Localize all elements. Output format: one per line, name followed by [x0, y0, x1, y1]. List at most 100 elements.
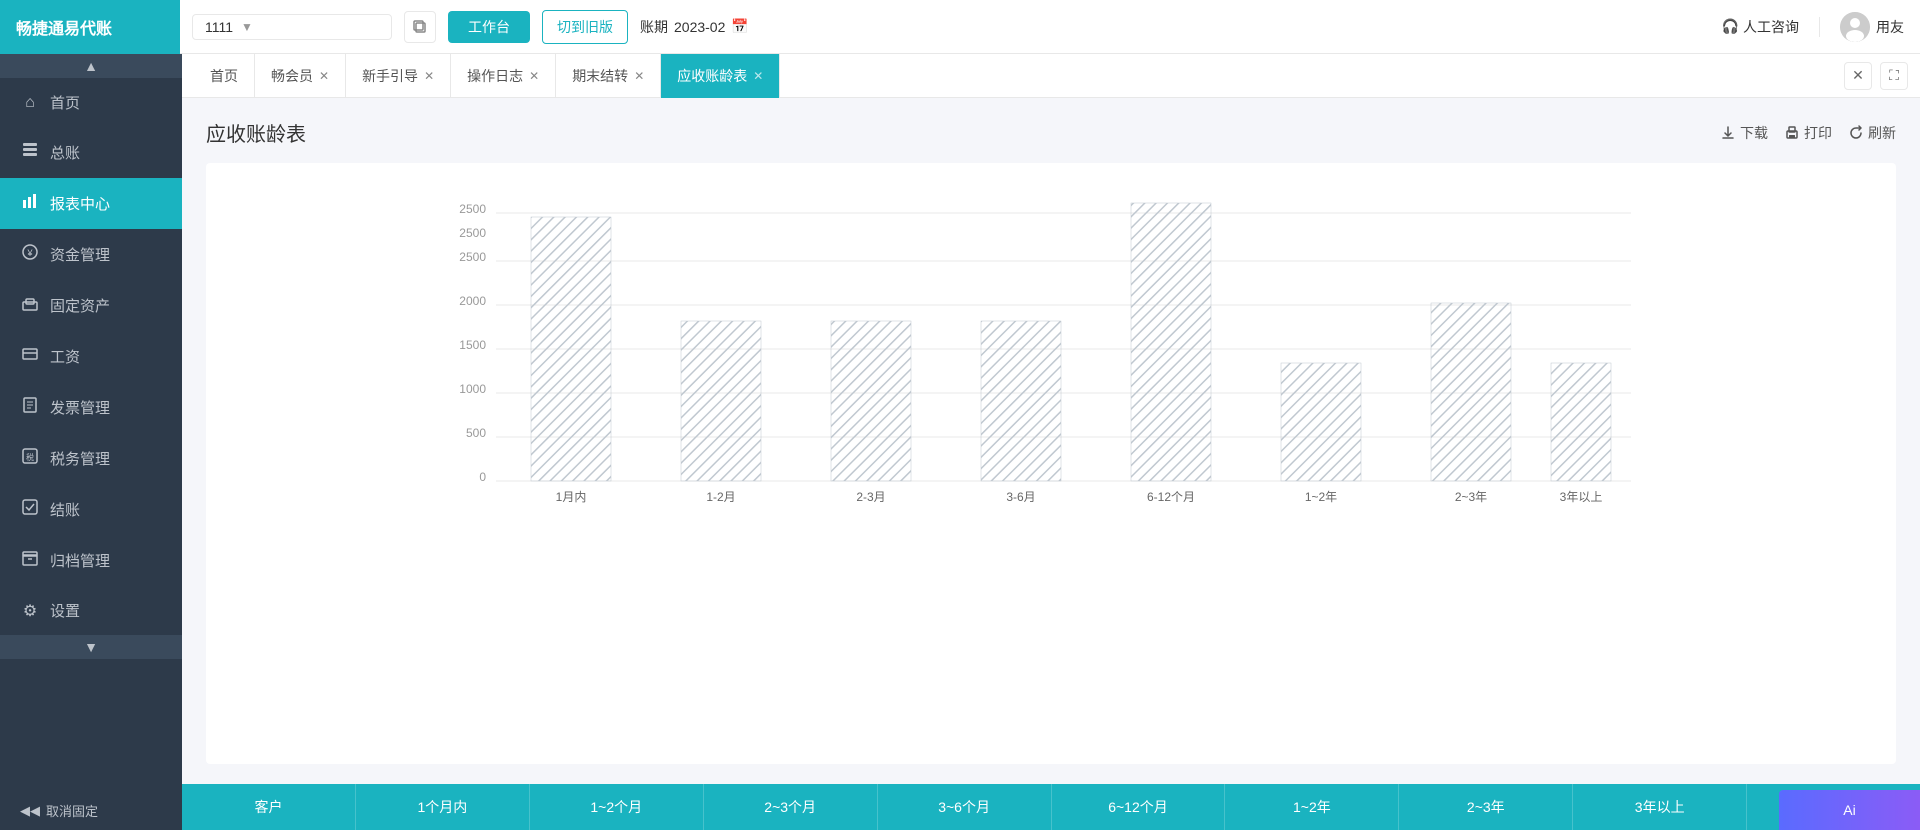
col-3y-plus: 3年以上 — [1573, 784, 1747, 830]
headset-icon: 🎧 — [1722, 18, 1739, 35]
tab-close-icon[interactable]: ✕ — [319, 69, 329, 83]
svg-text:3年以上: 3年以上 — [1560, 490, 1603, 504]
refresh-label: 刷新 — [1868, 123, 1896, 143]
period-label: 账期 — [640, 17, 668, 37]
svg-text:1-2月: 1-2月 — [706, 490, 735, 504]
sidebar-item-label: 归档管理 — [50, 550, 110, 571]
sidebar-item-home[interactable]: ⌂ 首页 — [0, 78, 182, 127]
sidebar-item-label: 工资 — [50, 346, 80, 367]
support-label: 人工咨询 — [1743, 17, 1799, 37]
top-header: 畅捷通易代账 1111 ▼ 工作台 切到旧版 账期 2023-02 📅 🎧 人工… — [0, 0, 1920, 54]
tab-period-end[interactable]: 期末结转 ✕ — [556, 54, 661, 98]
workbench-button[interactable]: 工作台 — [448, 11, 530, 43]
tab-aging[interactable]: 应收账龄表 ✕ — [661, 54, 780, 98]
download-label: 下载 — [1740, 123, 1768, 143]
svg-text:1000: 1000 — [459, 382, 486, 396]
col-1m: 1个月内 — [356, 784, 530, 830]
company-selector[interactable]: 1111 ▼ — [192, 14, 392, 40]
svg-text:¥: ¥ — [26, 248, 33, 258]
sidebar-item-tax[interactable]: 税 税务管理 — [0, 433, 182, 484]
svg-text:税: 税 — [26, 452, 34, 462]
tab-label: 首页 — [210, 66, 238, 86]
archive-icon — [20, 549, 40, 572]
maximize-button[interactable]: ⛶ — [1880, 62, 1908, 90]
tab-guide[interactable]: 新手引导 ✕ — [346, 54, 451, 98]
sidebar-item-label: 固定资产 — [50, 295, 110, 316]
sidebar-item-label: 设置 — [50, 600, 80, 621]
user-name: 用友 — [1876, 17, 1904, 37]
page-content: 应收账龄表 下载 打印 刷新 — [182, 98, 1920, 784]
bottom-table-header: 客户 1个月内 1~2个月 2~3个月 3~6个月 6~12个月 1~2年 2~… — [182, 784, 1920, 830]
sidebar-item-settings[interactable]: ⚙ 设置 — [0, 586, 182, 635]
tab-vip[interactable]: 畅会员 ✕ — [255, 54, 346, 98]
tabs-bar: 首页 畅会员 ✕ 新手引导 ✕ 操作日志 ✕ 期末结转 ✕ 应收账龄表 ✕ — [182, 54, 1920, 98]
calendar-icon[interactable]: 📅 — [731, 18, 748, 35]
switch-version-button[interactable]: 切到旧版 — [542, 10, 628, 44]
invoice-icon — [20, 396, 40, 419]
col-2-3y: 2~3年 — [1399, 784, 1573, 830]
download-button[interactable]: 下载 — [1720, 123, 1768, 143]
aging-chart: 0 500 1000 1500 2000 2500 2500 2500 — [226, 183, 1876, 543]
tab-label: 新手引导 — [362, 66, 418, 86]
close-all-tabs-button[interactable]: ✕ — [1844, 62, 1872, 90]
sidebar: ▲ ⌂ 首页 总账 报表中心 ¥ 资金管理 — [0, 54, 182, 830]
tab-log[interactable]: 操作日志 ✕ — [451, 54, 556, 98]
svg-text:1500: 1500 — [459, 338, 486, 352]
sidebar-item-label: 资金管理 — [50, 244, 110, 265]
user-button[interactable]: 用友 — [1840, 12, 1904, 42]
support-button[interactable]: 🎧 人工咨询 — [1722, 17, 1799, 37]
sidebar-item-ledger[interactable]: 总账 — [0, 127, 182, 178]
period-area: 账期 2023-02 📅 — [640, 17, 749, 37]
tab-label: 操作日志 — [467, 66, 523, 86]
svg-text:2~3年: 2~3年 — [1455, 490, 1487, 504]
reports-icon — [20, 192, 40, 215]
ai-assistant-bar[interactable]: Ai — [1779, 790, 1920, 830]
svg-text:1月内: 1月内 — [556, 490, 587, 504]
tabs-actions: ✕ ⛶ — [1844, 62, 1908, 90]
title-actions: 下载 打印 刷新 — [1720, 123, 1896, 143]
tab-label: 畅会员 — [271, 66, 313, 86]
chart-container: 0 500 1000 1500 2000 2500 2500 2500 — [206, 163, 1896, 764]
sidebar-pin-button[interactable]: ◀◀ 取消固定 — [0, 791, 182, 830]
refresh-icon — [1848, 125, 1864, 141]
sidebar-scroll-up[interactable]: ▲ — [0, 54, 182, 78]
sidebar-item-assets[interactable]: 固定资产 — [0, 280, 182, 331]
print-button[interactable]: 打印 — [1784, 123, 1832, 143]
copy-button[interactable] — [404, 11, 436, 43]
sidebar-item-archive[interactable]: 归档管理 — [0, 535, 182, 586]
tab-close-icon[interactable]: ✕ — [424, 69, 434, 83]
svg-text:2000: 2000 — [459, 294, 486, 308]
tab-close-icon[interactable]: ✕ — [634, 69, 644, 83]
tab-home[interactable]: 首页 — [194, 54, 255, 98]
funds-icon: ¥ — [20, 243, 40, 266]
svg-text:2500: 2500 — [459, 250, 486, 264]
sidebar-item-funds[interactable]: ¥ 资金管理 — [0, 229, 182, 280]
logo-text: 畅捷通易代账 — [16, 15, 112, 39]
logo-area: 畅捷通易代账 — [0, 0, 180, 54]
ai-label: Ai — [1843, 802, 1855, 818]
tab-label: 应收账龄表 — [677, 66, 747, 86]
sidebar-item-reports[interactable]: 报表中心 — [0, 178, 182, 229]
pin-icon: ◀◀ — [20, 803, 40, 819]
sidebar-item-label: 报表中心 — [50, 193, 110, 214]
page-title-bar: 应收账龄表 下载 打印 刷新 — [206, 118, 1896, 147]
tab-close-icon[interactable]: ✕ — [529, 69, 539, 83]
content-area: 首页 畅会员 ✕ 新手引导 ✕ 操作日志 ✕ 期末结转 ✕ 应收账龄表 ✕ — [182, 54, 1920, 830]
pin-label: 取消固定 — [46, 801, 98, 820]
refresh-button[interactable]: 刷新 — [1848, 123, 1896, 143]
sidebar-item-label: 首页 — [50, 92, 80, 113]
print-label: 打印 — [1804, 123, 1832, 143]
chevron-down-icon: ▼ — [241, 20, 253, 34]
col-1-2m: 1~2个月 — [530, 784, 704, 830]
page-title: 应收账龄表 — [206, 118, 306, 147]
settings-icon: ⚙ — [20, 601, 40, 621]
svg-text:2500: 2500 — [459, 202, 486, 216]
sidebar-item-label: 发票管理 — [50, 397, 110, 418]
sidebar-item-salary[interactable]: 工资 — [0, 331, 182, 382]
sidebar-item-label: 税务管理 — [50, 448, 110, 469]
col-1-2y: 1~2年 — [1225, 784, 1399, 830]
sidebar-scroll-down[interactable]: ▼ — [0, 635, 182, 659]
sidebar-item-checkout[interactable]: 结账 — [0, 484, 182, 535]
sidebar-item-invoice[interactable]: 发票管理 — [0, 382, 182, 433]
tab-close-icon[interactable]: ✕ — [753, 69, 763, 83]
